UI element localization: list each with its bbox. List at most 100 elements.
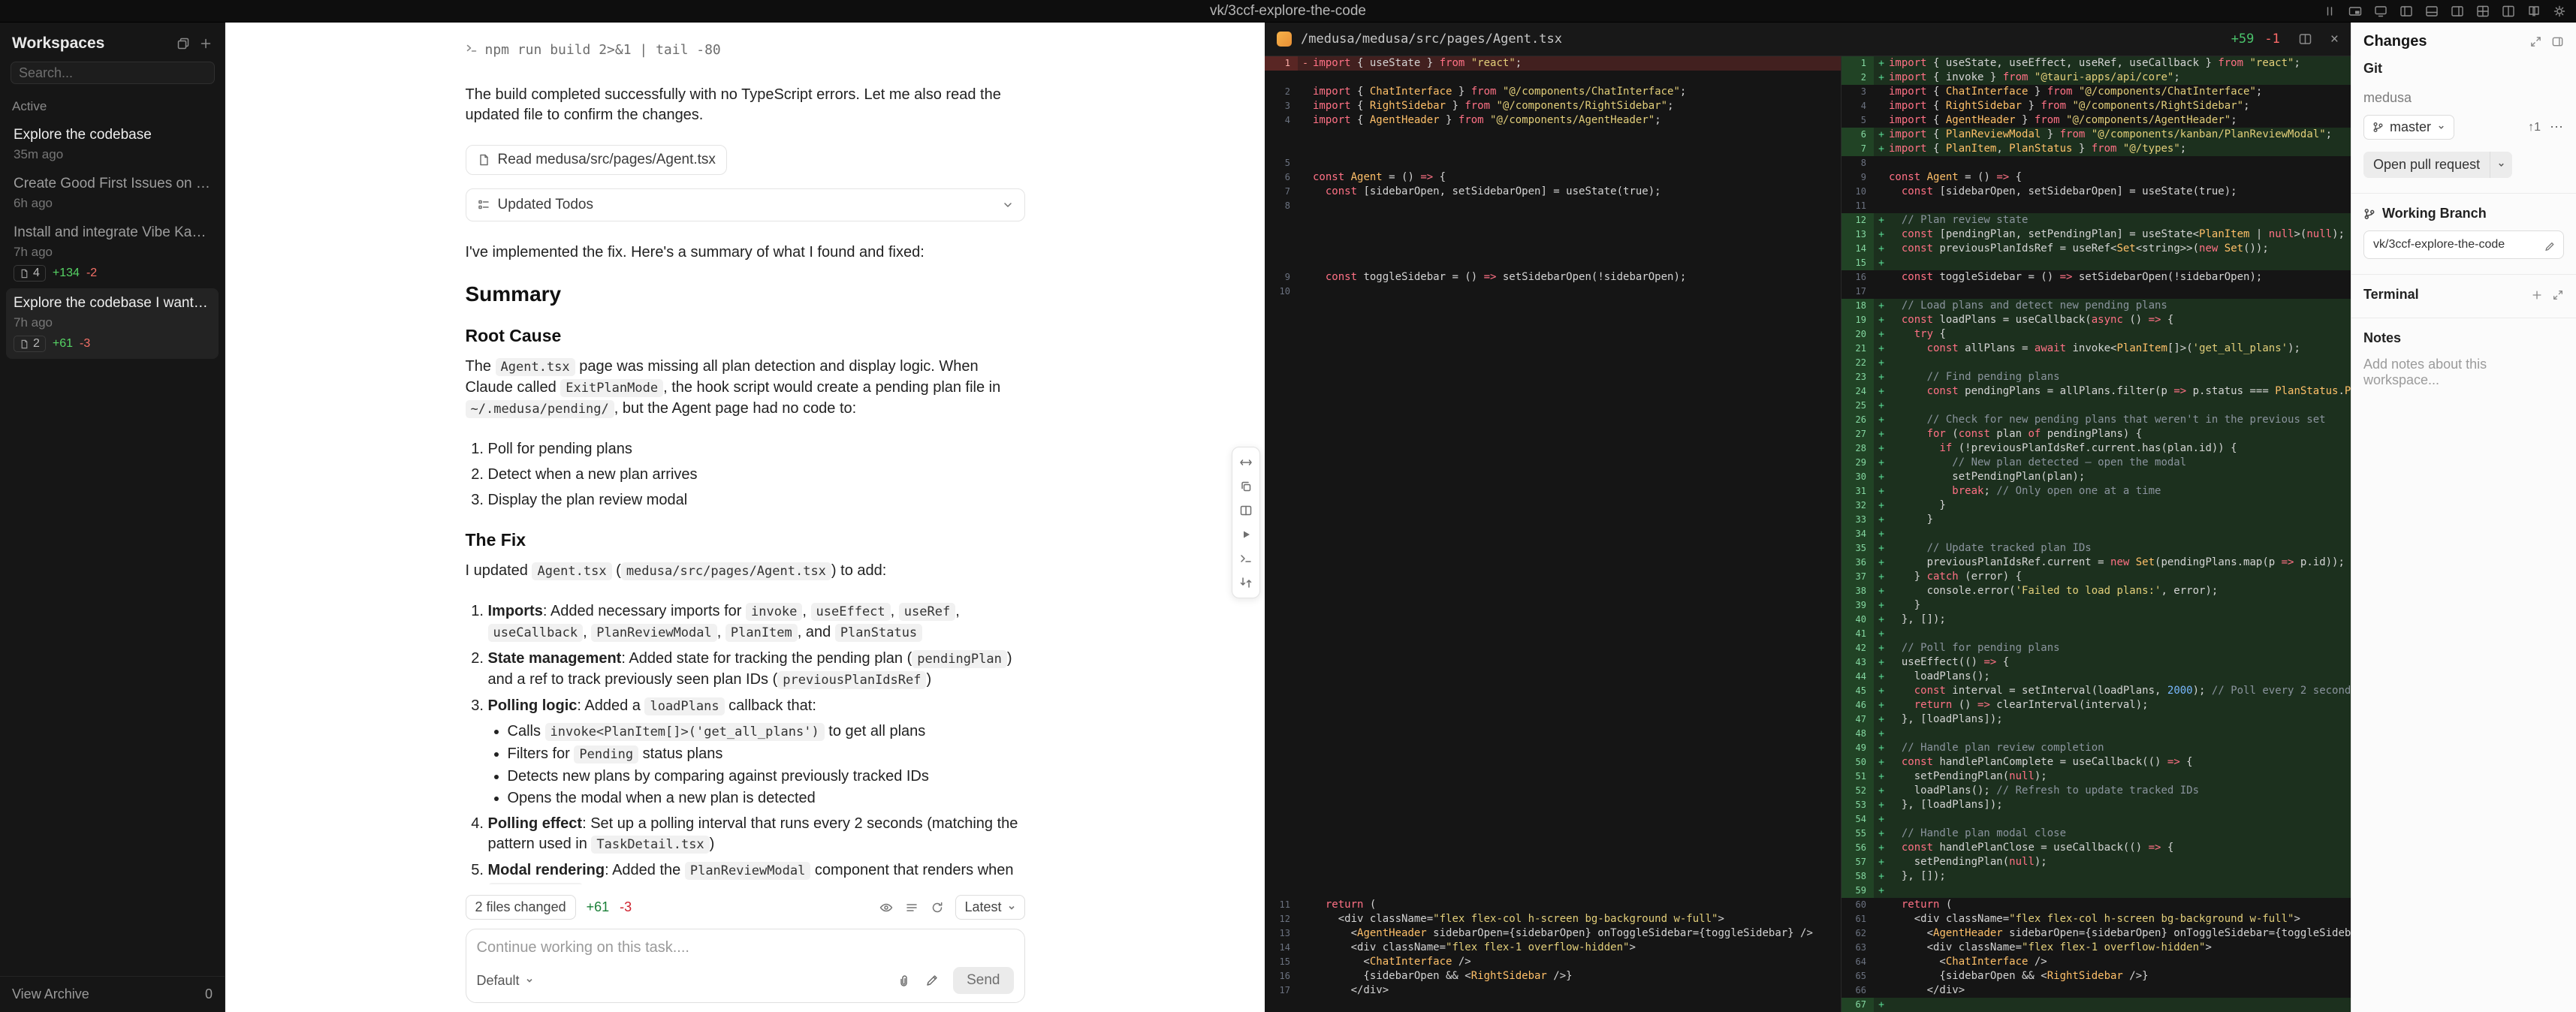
list-item: Display the plan review modal (488, 490, 1025, 511)
chevron-down-icon (1007, 903, 1016, 912)
diff-code-line (1313, 698, 1841, 712)
diff-line-marker: + (1874, 384, 1889, 399)
notes-placeholder[interactable]: Add notes about this workspace... (2363, 357, 2564, 388)
split-columns-icon[interactable] (2501, 4, 2516, 19)
diff-code-line: <ChatInterface /> (1889, 955, 2351, 969)
close-icon[interactable]: × (2330, 32, 2339, 47)
list-icon[interactable] (904, 900, 919, 915)
diff-row: 21+ const allPlans = await invoke<PlanIt… (1265, 342, 2351, 356)
diff-line-number (1265, 770, 1298, 784)
diff-code-line (1889, 399, 2351, 413)
more-menu-icon[interactable]: ⋯ (2550, 119, 2564, 135)
workspace-item[interactable]: Create Good First Issues on Github So ..… (6, 169, 219, 218)
tool-call-read-file[interactable]: Read medusa/src/pages/Agent.tsx (466, 145, 727, 175)
pr-options-chevron[interactable] (2490, 152, 2512, 178)
split-view-icon[interactable] (1236, 501, 1256, 520)
diff-line-marker (1298, 142, 1313, 156)
chevron-down-icon[interactable] (1002, 199, 1014, 211)
diff-code-line: return ( (1889, 898, 2351, 912)
version-dropdown[interactable]: Latest (955, 895, 1024, 920)
expand-diagonal-icon[interactable] (2552, 289, 2564, 301)
deletions-count: -3 (80, 337, 90, 351)
diff-line-marker (1298, 484, 1313, 498)
diff-line-number (1265, 313, 1298, 327)
workspaces-view-icon[interactable] (176, 37, 190, 50)
diff-line-marker (1874, 941, 1889, 955)
book-icon[interactable] (2526, 4, 2541, 19)
settings-gear-icon[interactable] (2552, 4, 2567, 19)
picture-in-picture-icon[interactable] (2348, 4, 2363, 19)
expand-horizontal-icon[interactable] (1236, 453, 1256, 472)
pen-icon[interactable] (925, 973, 940, 988)
diff-line-number (1265, 327, 1298, 342)
refresh-icon[interactable] (930, 900, 945, 915)
diff-code-line (1313, 827, 1841, 841)
diff-row: 14+ const previousPlanIdsRef = useRef<Se… (1265, 242, 2351, 256)
diff-line-marker: + (1874, 556, 1889, 570)
panel-right-icon[interactable] (2551, 35, 2564, 48)
diff-row: 12+ // Plan review state (1265, 213, 2351, 227)
diff-row: 37+ } catch (error) { (1265, 570, 2351, 584)
diff-code-line: break; // Only open one at a time (1889, 484, 2351, 498)
diff-line-number: 40 (1841, 613, 1874, 627)
edit-pencil-icon[interactable] (2544, 239, 2556, 251)
workspace-item[interactable]: Explore the codebase I want you to ex...… (6, 288, 219, 359)
diff-code-line (1313, 242, 1841, 256)
layout-sidebar-left-icon[interactable] (2399, 4, 2414, 19)
diff-line-marker (1298, 170, 1313, 185)
file-icon (20, 269, 29, 279)
diff-row: 7 const [sidebarOpen, setSidebarOpen] = … (1265, 185, 2351, 199)
diff-line-marker: + (1874, 798, 1889, 812)
message-input[interactable] (477, 939, 1014, 956)
list-item: Poll for pending plans (488, 439, 1025, 459)
attachment-paperclip-icon[interactable] (896, 973, 911, 988)
new-workspace-plus-icon[interactable] (199, 37, 213, 50)
tool-call-updated-todos[interactable]: Updated Todos (466, 188, 1025, 221)
diff-line-number: 50 (1841, 755, 1874, 770)
diff-line-marker (1298, 470, 1313, 484)
open-pull-request-button[interactable]: Open pull request (2363, 152, 2512, 178)
send-button[interactable]: Send (953, 967, 1013, 994)
layout-panel-bottom-icon[interactable] (2424, 4, 2439, 19)
new-terminal-plus-icon[interactable] (2531, 289, 2543, 301)
files-changed-button[interactable]: 2 files changed (466, 895, 576, 920)
branch-selector[interactable]: master (2363, 115, 2454, 140)
workspace-item[interactable]: Install and integrate Vibe Kanban Web...… (6, 218, 219, 288)
copy-icon[interactable] (1236, 477, 1256, 496)
diff-line-number: 11 (1265, 898, 1298, 912)
view-archive-button[interactable]: View Archive 0 (0, 976, 225, 1012)
diff-line-marker: + (1874, 342, 1889, 356)
layout-sidebar-right-icon[interactable] (2450, 4, 2465, 19)
model-selector[interactable]: Default (477, 973, 534, 989)
play-icon[interactable] (1236, 525, 1256, 544)
diff-code-line (1313, 427, 1841, 441)
eye-icon[interactable] (879, 900, 894, 915)
diff-line-marker (1298, 684, 1313, 698)
inline-code: useRef (899, 603, 955, 621)
display-icon[interactable] (2373, 4, 2388, 19)
workspace-item[interactable]: Explore the codebase35m ago (6, 120, 219, 169)
pause-icon[interactable] (2322, 4, 2337, 19)
diff-code-line: const [pendingPlan, setPendingPlan] = us… (1889, 227, 2351, 242)
diff-code-line (1313, 413, 1841, 427)
diff-code-line: const loadPlans = useCallback(async () =… (1889, 313, 2351, 327)
working-branch-input[interactable] (2372, 237, 2537, 252)
expand-diagonal-icon[interactable] (2529, 35, 2542, 48)
grid-icon[interactable] (2475, 4, 2490, 19)
search-input[interactable] (11, 62, 215, 84)
terminal-command-row[interactable]: npm run build 2>&1 | tail -80 (466, 42, 1025, 58)
diff-line-marker (1298, 770, 1313, 784)
split-view-icon[interactable] (2298, 32, 2312, 47)
compare-arrows-icon[interactable] (1236, 573, 1256, 592)
diff-line-marker: + (1874, 227, 1889, 242)
diff-line-number: 32 (1841, 498, 1874, 513)
inline-code: previousPlanIdsRef (777, 671, 926, 689)
archive-count: 0 (205, 986, 213, 1002)
diff-code-line: const Agent = () => { (1313, 170, 1841, 185)
diff-line-number (1265, 670, 1298, 684)
diff-line-marker: + (1874, 213, 1889, 227)
terminal-icon[interactable] (1236, 549, 1256, 568)
inline-code: useCallback (488, 624, 584, 642)
diff-row: 41+ (1265, 627, 2351, 641)
diff-line-number: 64 (1841, 955, 1874, 969)
